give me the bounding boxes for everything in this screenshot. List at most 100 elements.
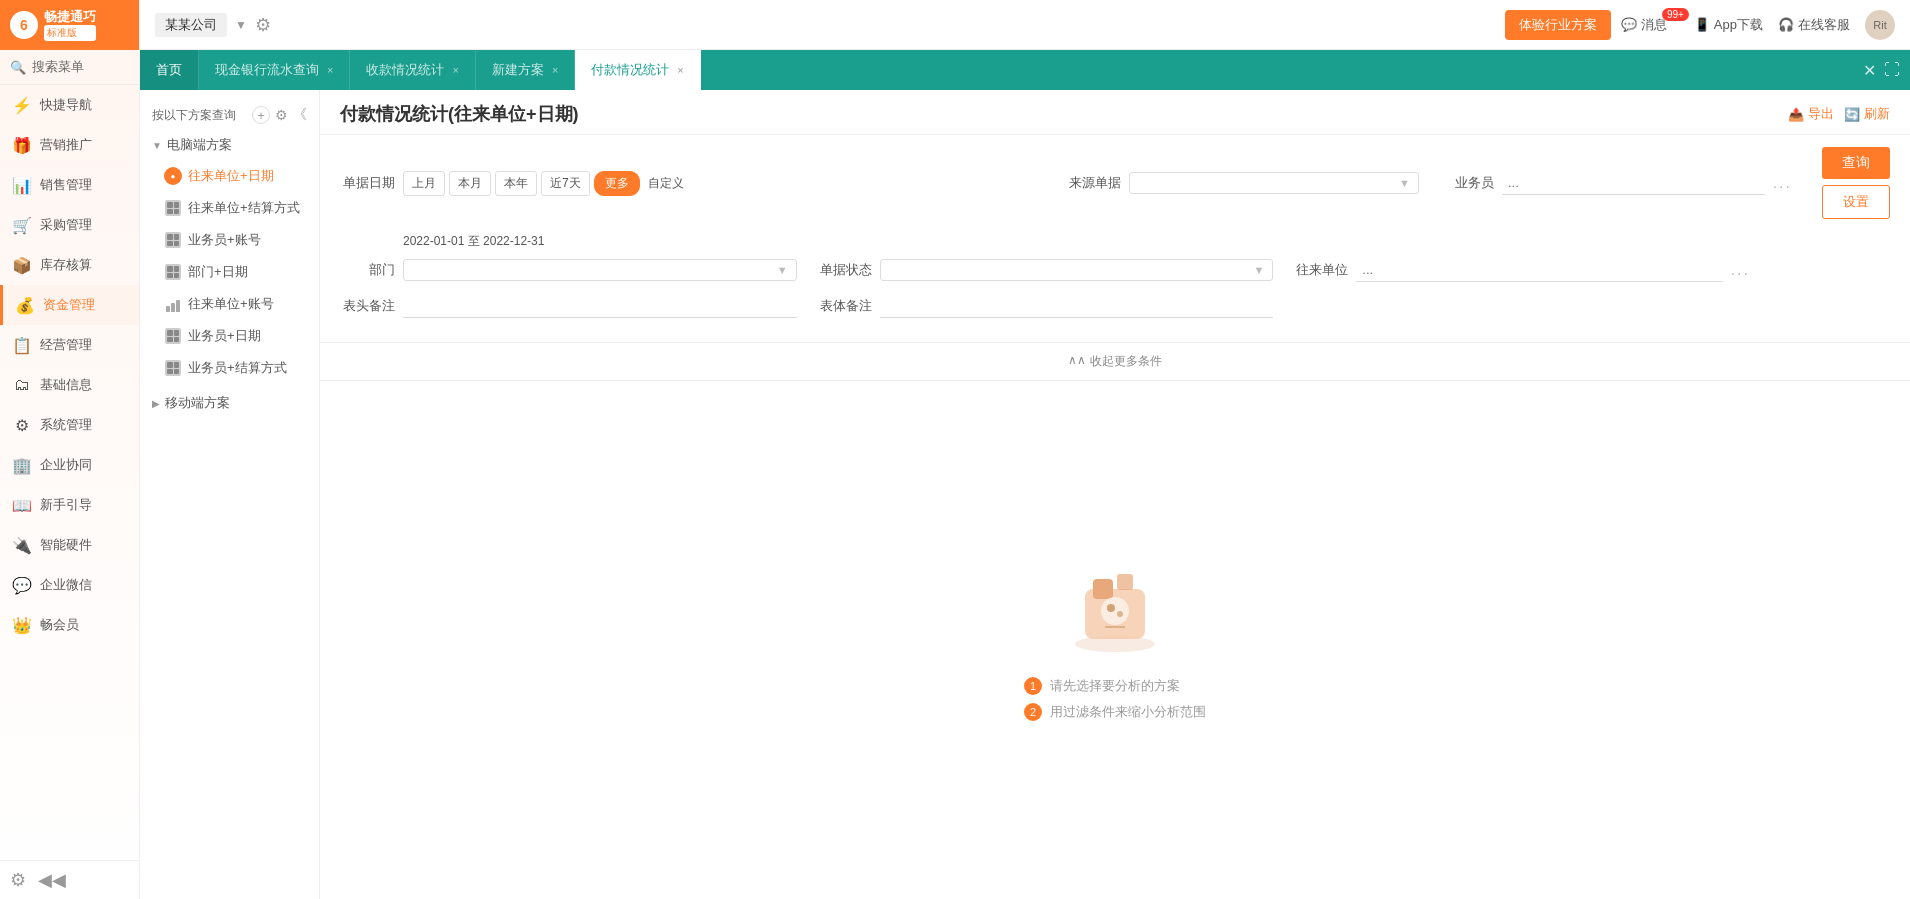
sidebar-item-system[interactable]: ⚙ 系统管理 <box>0 405 139 445</box>
guide-icon: 📖 <box>12 495 32 515</box>
source-select-arrow-icon: ▼ <box>1399 177 1410 189</box>
filter-date-item: 单据日期 上月 本月 本年 近7天 更多 自定义 <box>340 171 1046 196</box>
close-receipt-stats-icon[interactable]: × <box>452 64 458 76</box>
message-button[interactable]: 💬 消息 99+ <box>1621 16 1679 34</box>
body-note-input[interactable] <box>880 294 1274 318</box>
dept-select[interactable]: ▼ <box>403 259 797 281</box>
member-icon: 👑 <box>12 615 32 635</box>
empty-state: 1 请先选择要分析的方案 2 用过滤条件来缩小分析范围 <box>320 381 1910 899</box>
message-badge: 99+ <box>1662 8 1689 21</box>
tab-new-scheme[interactable]: 新建方案 × <box>476 50 575 90</box>
sidebar-item-member[interactable]: 👑 畅会员 <box>0 605 139 645</box>
settings-button[interactable]: 设置 <box>1822 185 1890 219</box>
partner-account-icon <box>164 295 182 313</box>
scheme-group-mobile-header[interactable]: ▶ 移动端方案 <box>140 388 319 418</box>
scheme-settings-icon[interactable]: ⚙ <box>275 107 288 123</box>
scheme-item-staff-settle[interactable]: 业务员+结算方式 <box>140 352 319 384</box>
header-note-input[interactable] <box>403 294 797 318</box>
scheme-item-dept-date[interactable]: 部门+日期 <box>140 256 319 288</box>
staff-label: 业务员 <box>1439 174 1494 192</box>
header-actions: 📤 导出 🔄 刷新 <box>1788 105 1890 123</box>
company-name[interactable]: 某某公司 <box>155 13 227 37</box>
sidebar-item-inventory[interactable]: 📦 库存核算 <box>0 245 139 285</box>
header-gear-icon[interactable]: ⚙ <box>255 14 271 36</box>
scheme-item-staff-account[interactable]: 业务员+账号 <box>140 224 319 256</box>
tab-home[interactable]: 首页 <box>140 50 199 90</box>
page-content: 按以下方案查询 + ⚙ 《 ▼ 电脑端方案 ● 往来单位+日期 <box>140 90 1910 899</box>
trial-button[interactable]: 体验行业方案 <box>1505 10 1611 40</box>
wechat-icon: 💬 <box>12 575 32 595</box>
tab-close-all-icon[interactable]: ✕ <box>1863 61 1876 80</box>
tab-expand-icon[interactable]: ⛶ <box>1884 61 1900 79</box>
tab-bank-flow[interactable]: 现金银行流水查询 × <box>199 50 350 90</box>
top-header: 某某公司 ▼ ⚙ 体验行业方案 💬 消息 99+ 📱 App下载 🎧 在线客服 … <box>140 0 1910 50</box>
last-month-btn[interactable]: 上月 <box>403 171 445 196</box>
close-new-scheme-icon[interactable]: × <box>552 64 558 76</box>
dept-select-arrow-icon: ▼ <box>777 264 788 276</box>
partner-input[interactable] <box>1356 258 1722 282</box>
finance-icon: 💰 <box>15 295 35 315</box>
query-button[interactable]: 查询 <box>1822 147 1890 179</box>
header-note-label: 表头备注 <box>340 297 395 315</box>
tab-bar: 首页 现金银行流水查询 × 收款情况统计 × 新建方案 × 付款情况统计 × ✕… <box>140 50 1910 90</box>
scheme-item-partner-account[interactable]: 往来单位+账号 <box>140 288 319 320</box>
filter-body-note-item: 表体备注 <box>817 294 1274 318</box>
doc-status-select[interactable]: ▼ <box>880 259 1274 281</box>
sidebar-item-finance[interactable]: 💰 资金管理 <box>0 285 139 325</box>
scheme-group-desktop-header[interactable]: ▼ 电脑端方案 <box>140 130 319 160</box>
filter-area: 付款情况统计(往来单位+日期) 📤 导出 🔄 刷新 <box>320 90 1910 899</box>
app-download-button[interactable]: 📱 App下载 <box>1694 16 1763 34</box>
sidebar-item-basic-info[interactable]: 🗂 基础信息 <box>0 365 139 405</box>
service-button[interactable]: 🎧 在线客服 <box>1778 16 1850 34</box>
company-chevron-icon[interactable]: ▼ <box>235 18 247 32</box>
svg-point-4 <box>1101 597 1129 625</box>
footer-collapse-icon[interactable]: ◀◀ <box>38 869 66 891</box>
scheme-collapse-icon[interactable]: 《 <box>293 106 307 124</box>
export-button[interactable]: 📤 导出 <box>1788 105 1834 123</box>
sidebar-item-quick-nav[interactable]: ⚡ 快捷导航 <box>0 85 139 125</box>
staff-input[interactable] <box>1502 171 1765 195</box>
scheme-item-staff-date[interactable]: 业务员+日期 <box>140 320 319 352</box>
tab-payment-stats[interactable]: 付款情况统计 × <box>575 50 700 90</box>
sidebar-item-purchase[interactable]: 🛒 采购管理 <box>0 205 139 245</box>
filter-doc-status-item: 单据状态 ▼ <box>817 259 1274 281</box>
search-menu-item[interactable]: 🔍 搜索菜单 <box>0 50 139 85</box>
scheme-add-icon[interactable]: + <box>252 106 270 124</box>
svg-point-5 <box>1107 604 1115 612</box>
footer-settings-icon[interactable]: ⚙ <box>10 869 26 891</box>
partner-date-icon: ● <box>164 167 182 185</box>
this-year-btn[interactable]: 本年 <box>495 171 537 196</box>
staff-more-icon[interactable]: ... <box>1773 174 1792 192</box>
refresh-button[interactable]: 🔄 刷新 <box>1844 105 1890 123</box>
source-select[interactable]: ▼ <box>1129 172 1419 194</box>
more-date-btn[interactable]: 更多 <box>594 171 640 196</box>
sidebar: 6 畅捷通巧 标准版 🔍 搜索菜单 ⚡ 快捷导航 🎁 营销推广 📊 销售管理 🛒… <box>0 0 140 899</box>
svg-rect-2 <box>1093 579 1113 599</box>
close-bank-flow-icon[interactable]: × <box>327 64 333 76</box>
sidebar-item-enterprise[interactable]: 🏢 企业协同 <box>0 445 139 485</box>
user-avatar[interactable]: Rit <box>1865 10 1895 40</box>
sidebar-item-sales[interactable]: 📊 销售管理 <box>0 165 139 205</box>
dept-label: 部门 <box>340 261 395 279</box>
sidebar-item-hardware[interactable]: 🔌 智能硬件 <box>0 525 139 565</box>
sidebar-item-wechat[interactable]: 💬 企业微信 <box>0 565 139 605</box>
collapse-bar[interactable]: ∧∧ 收起更多条件 <box>320 343 1910 381</box>
last-7-btn[interactable]: 近7天 <box>541 171 590 196</box>
sidebar-item-guide[interactable]: 📖 新手引导 <box>0 485 139 525</box>
this-month-btn[interactable]: 本月 <box>449 171 491 196</box>
partner-settle-icon <box>164 199 182 217</box>
filter-dept-item: 部门 ▼ <box>340 259 797 281</box>
close-payment-stats-icon[interactable]: × <box>677 64 683 76</box>
empty-tip-1: 1 请先选择要分析的方案 <box>1024 677 1206 695</box>
logo-text: 畅捷通巧 标准版 <box>44 9 96 41</box>
purchase-icon: 🛒 <box>12 215 32 235</box>
basic-info-icon: 🗂 <box>12 375 32 395</box>
sidebar-item-operations[interactable]: 📋 经营管理 <box>0 325 139 365</box>
tab-receipt-stats[interactable]: 收款情况统计 × <box>350 50 475 90</box>
partner-more-icon[interactable]: ... <box>1731 261 1750 279</box>
quick-nav-icon: ⚡ <box>12 95 32 115</box>
scheme-item-partner-date[interactable]: ● 往来单位+日期 <box>140 160 319 192</box>
filter-header-note-item: 表头备注 <box>340 294 797 318</box>
sidebar-item-marketing[interactable]: 🎁 营销推广 <box>0 125 139 165</box>
scheme-item-partner-settle[interactable]: 往来单位+结算方式 <box>140 192 319 224</box>
